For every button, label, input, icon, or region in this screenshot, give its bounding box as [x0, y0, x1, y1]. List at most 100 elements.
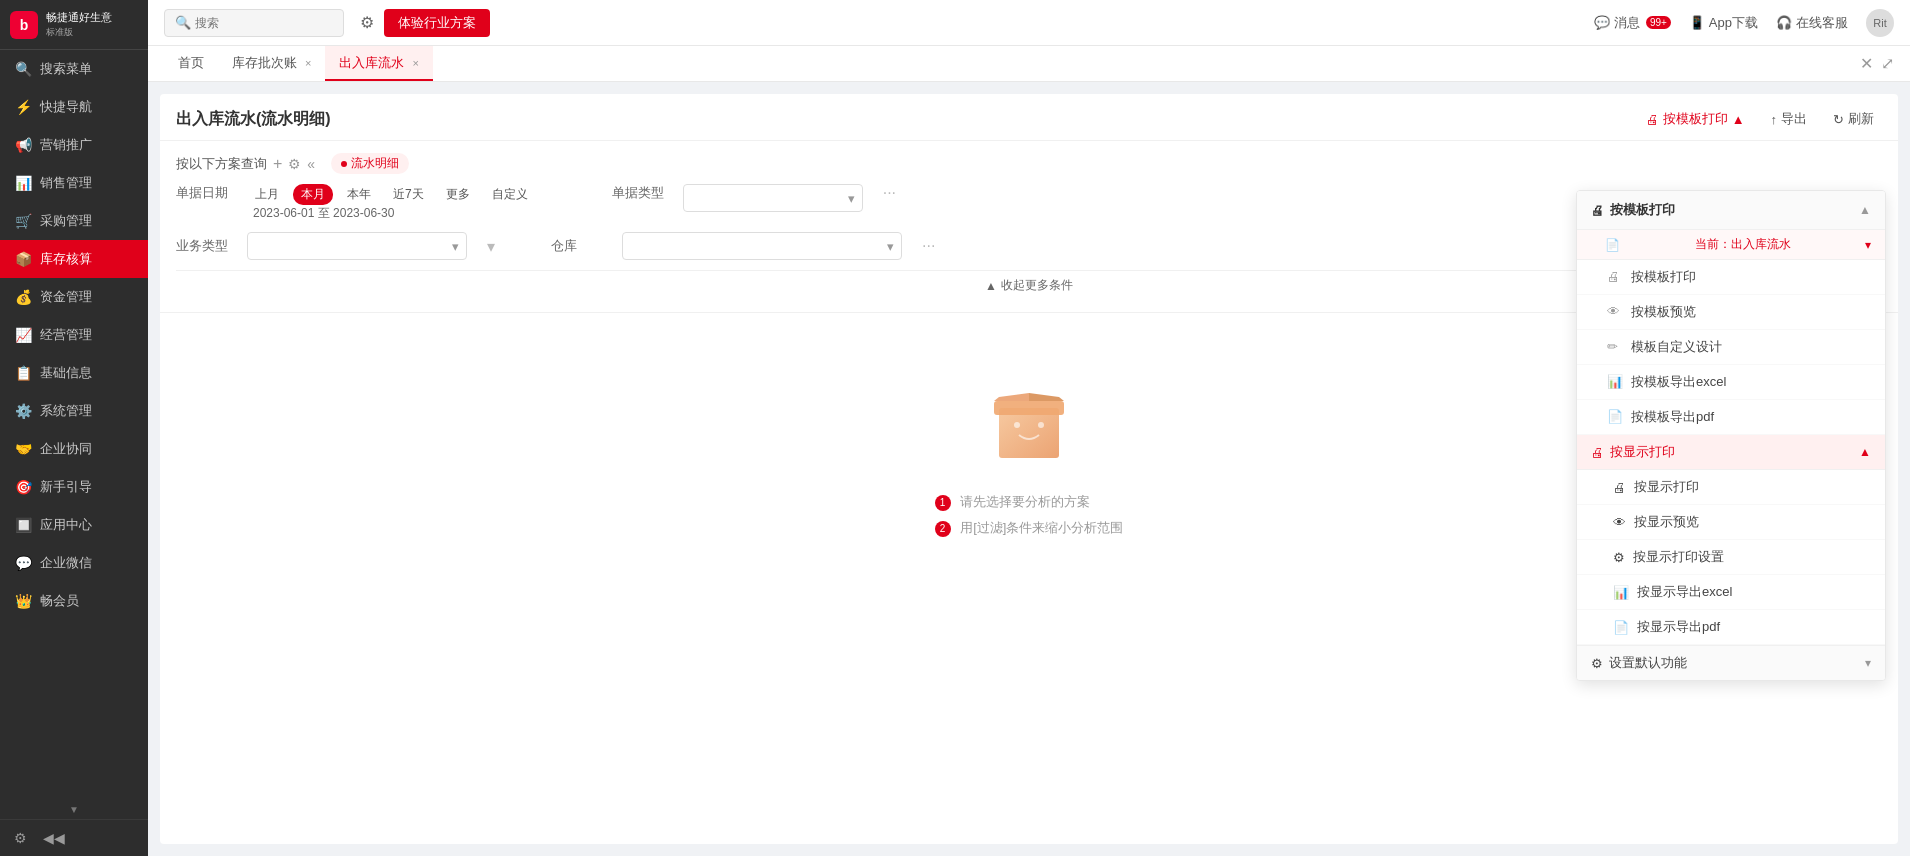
app-download-label: App下载	[1709, 14, 1758, 32]
sidebar-item-marketing[interactable]: 📢 营销推广	[0, 126, 148, 164]
customer-service-button[interactable]: 🎧 在线客服	[1776, 14, 1848, 32]
tab-expand-icon[interactable]: ⤢	[1881, 54, 1894, 73]
refresh-button[interactable]: ↻ 刷新	[1825, 106, 1882, 132]
sidebar-item-vip[interactable]: 👑 畅会员	[0, 582, 148, 620]
tabs-bar: 首页 库存批次账 × 出入库流水 × ✕ ⤢	[148, 46, 1910, 82]
trial-button[interactable]: 体验行业方案	[384, 9, 490, 37]
dropdown-collapse-arrow[interactable]: ▲	[1859, 203, 1871, 217]
tab-inventory-flow-close[interactable]: ×	[412, 57, 418, 69]
biz-type-select[interactable]	[247, 232, 467, 260]
dropdown-item-template-preview[interactable]: 👁 按模板预览	[1577, 295, 1885, 330]
printer-icon: 🖨	[1646, 112, 1659, 127]
topbar-search-box[interactable]: 🔍	[164, 9, 344, 37]
warehouse-select[interactable]	[622, 232, 902, 260]
dropdown-header: 🖨 按模板打印 ▲	[1577, 191, 1885, 230]
app-center-icon: 🔲	[14, 516, 32, 534]
sidebar-item-inventory[interactable]: 📦 库存核算	[0, 240, 148, 278]
message-button[interactable]: 💬 消息 99+	[1594, 14, 1671, 32]
dropdown-item-display-print-settings[interactable]: ⚙ 按显示打印设置	[1577, 540, 1885, 575]
topbar-gear-icon[interactable]: ⚙	[360, 13, 374, 32]
tab-inventory-batch-close[interactable]: ×	[305, 57, 311, 69]
sidebar-item-guide[interactable]: 🎯 新手引导	[0, 468, 148, 506]
tab-inventory-batch[interactable]: 库存批次账 ×	[218, 46, 325, 81]
sidebar-item-quick-nav[interactable]: ⚡ 快捷导航	[0, 88, 148, 126]
current-arrow: ▾	[1865, 238, 1871, 252]
filter-tag-label: 流水明细	[351, 155, 399, 172]
tab-home[interactable]: 首页	[164, 46, 218, 81]
filter-row-1: 按以下方案查询 + ⚙ « 流水明细	[176, 153, 1882, 174]
dropdown-title: 🖨 按模板打印	[1591, 201, 1675, 219]
sidebar-item-finance[interactable]: 💰 资金管理	[0, 278, 148, 316]
filter-tag-dot	[341, 161, 347, 167]
sidebar-item-purchase[interactable]: 🛒 采购管理	[0, 202, 148, 240]
display-settings-icon: ⚙	[1613, 550, 1625, 565]
sidebar-item-label: 企业协同	[40, 440, 92, 458]
print-dropdown-panel: 🖨 按模板打印 ▲ 📄 当前：出入库流水 ▾ 🖨 按模板打	[1576, 190, 1886, 681]
sidebar-settings-icon[interactable]: ⚙	[14, 830, 27, 846]
dropdown-item-display-export-excel[interactable]: 📊 按显示导出excel	[1577, 575, 1885, 610]
message-label: 消息	[1614, 14, 1640, 32]
sidebar-item-label: 销售管理	[40, 174, 92, 192]
sidebar-collapse-icon[interactable]: ◀◀	[43, 830, 65, 846]
template-preview-icon: 👁	[1607, 304, 1623, 320]
date-btn-custom[interactable]: 自定义	[484, 184, 536, 205]
date-btn-this-year[interactable]: 本年	[339, 184, 379, 205]
tab-close-all-icon[interactable]: ✕	[1860, 54, 1873, 73]
template-excel-icon: 📊	[1607, 374, 1623, 390]
app-edition: 标准版	[46, 26, 112, 39]
dropdown-item-display-export-pdf[interactable]: 📄 按显示导出pdf	[1577, 610, 1885, 645]
display-preview-icon: 👁	[1613, 515, 1626, 530]
bill-type-more-icon[interactable]: ···	[883, 184, 896, 202]
user-avatar[interactable]: Rit	[1866, 9, 1894, 37]
date-btn-more[interactable]: 更多	[438, 184, 478, 205]
dropdown-item-template-custom[interactable]: ✏ 模板自定义设计	[1577, 330, 1885, 365]
dropdown-item-display-print[interactable]: 🖨 按显示打印	[1577, 470, 1885, 505]
sidebar-item-label: 库存核算	[40, 250, 92, 268]
finance-icon: 💰	[14, 288, 32, 306]
sidebar-item-app-center[interactable]: 🔲 应用中心	[0, 506, 148, 544]
filter-section-label: 按以下方案查询	[176, 155, 267, 173]
dropdown-current-label: 📄 当前：出入库流水 ▾	[1577, 230, 1885, 260]
filter-add-button[interactable]: +	[273, 155, 282, 173]
sidebar-item-basic[interactable]: 📋 基础信息	[0, 354, 148, 392]
date-btn-7days[interactable]: 近7天	[385, 184, 432, 205]
date-btn-last-month[interactable]: 上月	[247, 184, 287, 205]
display-excel-icon: 📊	[1613, 585, 1629, 600]
filter-tag-flow-detail[interactable]: 流水明细	[331, 153, 409, 174]
filter-collapse-icon[interactable]: «	[307, 156, 315, 172]
date-btn-this-month[interactable]: 本月	[293, 184, 333, 205]
sidebar-item-system[interactable]: ⚙️ 系统管理	[0, 392, 148, 430]
tab-inventory-flow[interactable]: 出入库流水 ×	[325, 46, 432, 81]
dropdown-item-display-preview[interactable]: 👁 按显示预览	[1577, 505, 1885, 540]
empty-step-2: 2 用[过滤]条件来缩小分析范围	[935, 515, 1124, 541]
export-button[interactable]: ↑ 导出	[1763, 106, 1816, 132]
sidebar-item-search-menu[interactable]: 🔍 搜索菜单	[0, 50, 148, 88]
tabs-right: ✕ ⤢	[1860, 54, 1894, 73]
dropdown-item-template-export-excel[interactable]: 📊 按模板导出excel	[1577, 365, 1885, 400]
app-download-button[interactable]: 📱 App下载	[1689, 14, 1758, 32]
page-inner: 出入库流水(流水明细) 🖨 按模板打印 ▲ ↑ 导出 ↻ 刷新	[160, 94, 1898, 844]
sidebar-item-label: 应用中心	[40, 516, 92, 534]
svg-marker-3	[1029, 393, 1064, 401]
topbar-search-input[interactable]	[195, 16, 325, 30]
warehouse-more-icon[interactable]: ···	[922, 237, 935, 255]
dropdown-section-display[interactable]: 🖨 按显示打印 ▲	[1577, 435, 1885, 470]
marketing-icon: 📢	[14, 136, 32, 154]
filter-settings-icon[interactable]: ⚙	[288, 156, 301, 172]
topbar: 🔍 ⚙ 体验行业方案 💬 消息 99+ 📱 App下载 🎧 在线客服 Rit	[148, 0, 1910, 46]
dropdown-item-template-export-pdf[interactable]: 📄 按模板导出pdf	[1577, 400, 1885, 435]
collapse-chevron-icon: ▲	[985, 279, 997, 293]
sidebar-item-sales[interactable]: 📊 销售管理	[0, 164, 148, 202]
print-dropdown-arrow[interactable]: ▲	[1732, 112, 1745, 127]
sidebar-item-wecom[interactable]: 💬 企业微信	[0, 544, 148, 582]
dropdown-footer[interactable]: ⚙ 设置默认功能 ▾	[1577, 645, 1885, 680]
biz-type-more-icon[interactable]: ▾	[487, 237, 495, 256]
print-template-button[interactable]: 🖨 按模板打印 ▲	[1638, 106, 1753, 132]
tab-inventory-flow-label: 出入库流水	[339, 54, 404, 72]
empty-steps: 1 请先选择要分析的方案 2 用[过滤]条件来缩小分析范围	[935, 489, 1124, 541]
dropdown-item-template-print[interactable]: 🖨 按模板打印	[1577, 260, 1885, 295]
sidebar-item-operations[interactable]: 📈 经营管理	[0, 316, 148, 354]
bill-type-select[interactable]	[683, 184, 863, 212]
sidebar-item-cooperation[interactable]: 🤝 企业协同	[0, 430, 148, 468]
sidebar-scroll-down[interactable]: ▼	[0, 800, 148, 819]
